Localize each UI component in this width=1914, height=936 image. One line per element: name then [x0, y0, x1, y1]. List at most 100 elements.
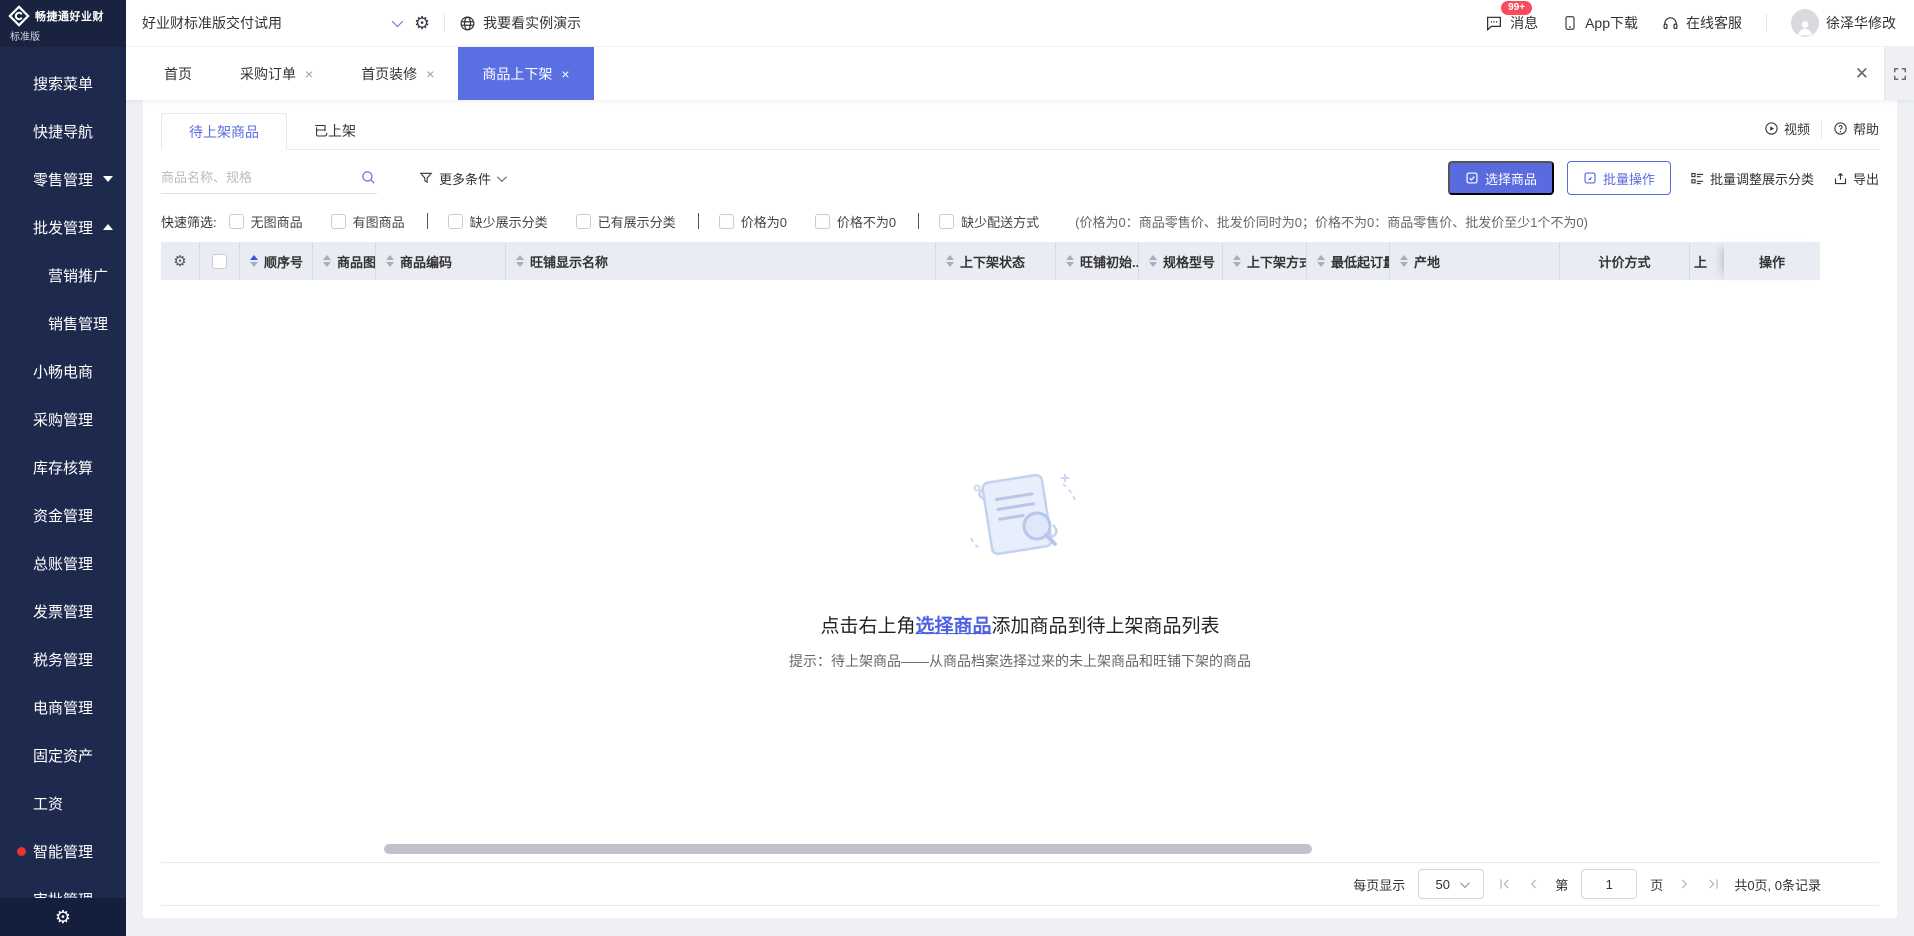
tab[interactable]: 首页	[140, 47, 216, 100]
checkbox[interactable]	[228, 213, 244, 229]
horizontal-scrollbar-thumb[interactable]	[384, 844, 1313, 854]
batch-operations-button[interactable]: 批量操作	[1566, 161, 1671, 195]
next-page-icon[interactable]	[1676, 876, 1692, 892]
column-header-label: 产地	[1414, 254, 1441, 270]
column-header[interactable]: 商品编码	[376, 242, 506, 280]
sidebar-item[interactable]: 营销推广	[0, 251, 126, 299]
column-header[interactable]: 上下架状态	[936, 242, 1056, 280]
sidebar-settings-button[interactable]: ⚙	[0, 898, 126, 936]
quick-filter-option[interactable]: 有图商品	[330, 212, 405, 231]
column-header[interactable]: 旺铺初始...	[1056, 242, 1139, 280]
user-menu[interactable]: 徐泽华修改	[1791, 9, 1896, 37]
column-header[interactable]: 商品图片	[313, 242, 376, 280]
messages-badge: 99+	[1501, 1, 1533, 15]
tab[interactable]: 首页装修 ×	[337, 47, 458, 100]
quick-filter-option[interactable]: 缺少配送方式	[939, 212, 1039, 231]
close-all-tabs-icon[interactable]: ✕	[1840, 47, 1884, 100]
column-header[interactable]: 顺序号	[240, 242, 313, 280]
more-filters-button[interactable]: 更多条件	[419, 169, 507, 188]
batch-adjust-category-button[interactable]: 批量调整展示分类	[1690, 169, 1814, 188]
help-link-label: 帮助	[1852, 122, 1879, 137]
sort-arrows-icon[interactable]	[516, 255, 524, 267]
prev-page-icon[interactable]	[1526, 876, 1542, 892]
first-page-icon[interactable]	[1497, 876, 1513, 892]
quick-filter-option[interactable]: 无图商品	[228, 212, 303, 231]
export-label: 导出	[1852, 171, 1879, 187]
sidebar-item[interactable]: 采购管理	[0, 395, 126, 443]
sidebar-item[interactable]: 总账管理	[0, 539, 126, 587]
sort-arrows-icon[interactable]	[1233, 255, 1241, 267]
help-link[interactable]: 帮助	[1833, 119, 1879, 138]
sidebar-item[interactable]: 审批管理	[0, 875, 126, 899]
sidebar-item[interactable]: 批发管理	[0, 203, 126, 251]
messages-button[interactable]: 99+ 消息	[1485, 1, 1538, 33]
sidebar-item[interactable]: 发票管理	[0, 587, 126, 635]
app-download-button[interactable]: App下载	[1562, 13, 1638, 33]
sort-arrows-icon[interactable]	[1400, 255, 1408, 267]
sidebar-item-label: 固定资产	[33, 747, 94, 765]
quick-filter-option[interactable]: 已有展示分类	[575, 212, 676, 231]
online-service-button[interactable]: 在线客服	[1662, 13, 1742, 33]
org-selector[interactable]: 好业财标准版交付试用	[142, 13, 404, 33]
select-products-link[interactable]: 选择商品	[915, 616, 991, 637]
sidebar-item[interactable]: 销售管理	[0, 299, 126, 347]
sidebar-item-label: 工资	[33, 795, 64, 813]
select-products-button[interactable]: 选择商品	[1447, 161, 1554, 195]
demo-link[interactable]: 我要看实例演示	[459, 13, 581, 33]
quick-filter-option[interactable]: 价格为0	[718, 212, 787, 231]
sidebar-item[interactable]: 智能管理	[0, 827, 126, 875]
sidebar-item[interactable]: 电商管理	[0, 683, 126, 731]
sidebar-item[interactable]: 固定资产	[0, 731, 126, 779]
close-icon[interactable]: ×	[561, 67, 569, 81]
subtab-pending[interactable]: 待上架商品	[161, 113, 287, 150]
video-link[interactable]: 视频	[1764, 119, 1810, 138]
sidebar-item[interactable]: 库存核算	[0, 443, 126, 491]
sort-arrows-icon[interactable]	[1149, 255, 1157, 267]
sort-arrows-icon[interactable]	[1066, 255, 1074, 267]
divider	[1820, 119, 1822, 138]
sidebar-item[interactable]: 零售管理	[0, 155, 126, 203]
fullscreen-icon[interactable]	[1884, 47, 1914, 100]
settings-gear-icon[interactable]: ⚙	[414, 13, 430, 34]
divider	[918, 213, 920, 229]
quick-filter-option[interactable]: 缺少展示分类	[447, 212, 548, 231]
sidebar: 畅捷通好业财 标准版 搜索菜单 快捷导航 零售管理 批发管理 营销推广 销售管理 小畅电商采…	[0, 0, 126, 936]
select-all-checkbox[interactable]	[212, 253, 227, 269]
sidebar-item[interactable]: 快捷导航	[0, 107, 126, 155]
sidebar-item[interactable]: 工资	[0, 779, 126, 827]
column-header[interactable]: 产地	[1390, 242, 1560, 280]
subtab-listed[interactable]: 已上架	[287, 112, 383, 149]
sort-arrows-icon[interactable]	[250, 255, 258, 267]
divider	[444, 14, 446, 32]
sort-arrows-icon[interactable]	[946, 255, 954, 267]
checkbox[interactable]	[939, 213, 955, 229]
last-page-icon[interactable]	[1705, 876, 1721, 892]
column-header[interactable]: 最低起订量	[1307, 242, 1390, 280]
tab[interactable]: 采购订单 ×	[216, 47, 337, 100]
column-header[interactable]: 旺铺显示名称	[506, 242, 936, 280]
checkbox[interactable]	[447, 213, 463, 229]
checkbox[interactable]	[718, 213, 734, 229]
sidebar-item[interactable]: 小畅电商	[0, 347, 126, 395]
sidebar-item[interactable]: 资金管理	[0, 491, 126, 539]
search-input[interactable]	[161, 170, 360, 185]
sidebar-item[interactable]: 税务管理	[0, 635, 126, 683]
column-settings-button[interactable]: ⚙	[161, 242, 200, 280]
close-icon[interactable]: ×	[426, 67, 434, 81]
column-header[interactable]: 规格型号	[1139, 242, 1223, 280]
sort-arrows-icon[interactable]	[323, 255, 331, 267]
close-icon[interactable]: ×	[305, 67, 313, 81]
page-number-input[interactable]	[1581, 869, 1638, 899]
sort-arrows-icon[interactable]	[1317, 255, 1325, 267]
checkbox[interactable]	[575, 213, 591, 229]
checkbox[interactable]	[814, 213, 830, 229]
quick-filter-option[interactable]: 价格不为0	[814, 212, 896, 231]
sidebar-item[interactable]: 搜索菜单	[0, 59, 126, 107]
column-header[interactable]: 上下架方式	[1223, 242, 1307, 280]
export-button[interactable]: 导出	[1833, 169, 1879, 188]
checkbox[interactable]	[330, 213, 346, 229]
tab[interactable]: 商品上下架 ×	[458, 47, 594, 100]
sort-arrows-icon[interactable]	[386, 255, 394, 267]
per-page-select[interactable]: 50	[1418, 869, 1485, 899]
search-icon[interactable]	[360, 169, 377, 186]
